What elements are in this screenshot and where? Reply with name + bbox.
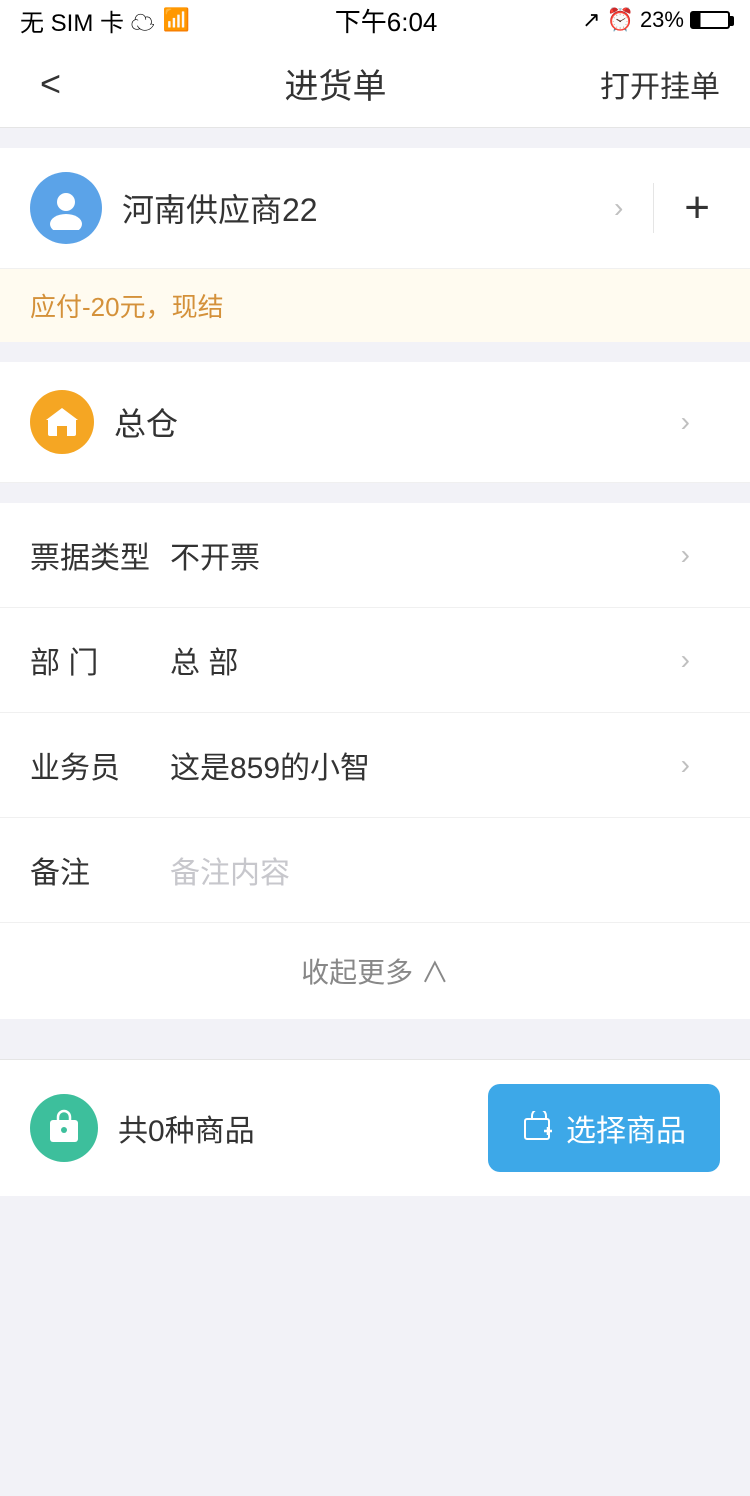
- warehouse-name: 总仓: [114, 399, 681, 445]
- page-title: 进货单: [285, 59, 387, 108]
- salesperson-row[interactable]: 业务员 这是859的小智 ›: [0, 713, 750, 818]
- collapse-label: 收起更多 ∧: [301, 957, 449, 988]
- warehouse-icon: [30, 390, 94, 454]
- remark-row[interactable]: 备注 备注内容: [0, 818, 750, 923]
- alarm-icon: ⏰: [607, 7, 634, 33]
- warehouse-section: 总仓 ›: [0, 362, 750, 483]
- open-pending-button[interactable]: 打开挂单: [600, 62, 720, 106]
- invoice-type-value: 不开票: [170, 533, 681, 577]
- gap-1: [0, 128, 750, 148]
- notice-banner: 应付-20元，现结: [0, 269, 750, 342]
- status-time: 下午6:04: [335, 2, 438, 39]
- sim-label: 无 SIM 卡 ☁: [20, 3, 155, 38]
- salesperson-value: 这是859的小智: [170, 743, 681, 787]
- location-icon: ↗: [582, 7, 600, 33]
- remaining-background: [0, 1196, 750, 1496]
- remark-label: 备注: [30, 848, 170, 892]
- form-section: 票据类型 不开票 › 部 门 总 部 › 业务员 这是859的小智 › 备注 备…: [0, 503, 750, 1019]
- department-chevron-icon: ›: [681, 644, 690, 676]
- bottom-bar: 共0种商品 选择商品: [0, 1059, 750, 1196]
- department-row[interactable]: 部 门 总 部 ›: [0, 608, 750, 713]
- status-right: ↗ ⏰ 23%: [582, 7, 730, 33]
- collapse-button[interactable]: 收起更多 ∧: [0, 923, 750, 1019]
- department-label: 部 门: [30, 638, 170, 682]
- battery-percent: 23%: [640, 7, 684, 33]
- salesperson-chevron-icon: ›: [681, 749, 690, 781]
- invoice-type-chevron-icon: ›: [681, 539, 690, 571]
- invoice-type-row[interactable]: 票据类型 不开票 ›: [0, 503, 750, 608]
- nav-bar: < 进货单 打开挂单: [0, 40, 750, 128]
- back-button[interactable]: <: [30, 53, 71, 115]
- supplier-section: 河南供应商22 › + 应付-20元，现结: [0, 148, 750, 342]
- status-left: 无 SIM 卡 ☁ 📶: [20, 3, 190, 38]
- supplier-row[interactable]: 河南供应商22 › +: [0, 148, 750, 269]
- select-product-label: 选择商品: [566, 1106, 686, 1150]
- remark-placeholder[interactable]: 备注内容: [170, 848, 720, 892]
- invoice-type-label: 票据类型: [30, 533, 170, 577]
- product-count-text: 共0种商品: [118, 1106, 488, 1150]
- select-product-button[interactable]: 选择商品: [488, 1084, 720, 1172]
- notice-text: 应付-20元，现结: [30, 292, 224, 322]
- add-button[interactable]: +: [674, 183, 720, 233]
- status-bar: 无 SIM 卡 ☁ 📶 下午6:04 ↗ ⏰ 23%: [0, 0, 750, 40]
- wifi-icon: 📶: [163, 7, 190, 33]
- battery-icon: [690, 11, 730, 29]
- supplier-chevron-icon: ›: [614, 192, 623, 224]
- warehouse-chevron-icon: ›: [681, 406, 690, 438]
- product-count-icon: [30, 1094, 98, 1162]
- salesperson-label: 业务员: [30, 743, 170, 787]
- department-value: 总 部: [170, 638, 681, 682]
- warehouse-row[interactable]: 总仓 ›: [0, 362, 750, 483]
- gap-2: [0, 342, 750, 362]
- gap-3: [0, 483, 750, 503]
- vertical-divider: [653, 183, 654, 233]
- supplier-name: 河南供应商22: [122, 185, 614, 231]
- gap-4: [0, 1019, 750, 1039]
- supplier-avatar: [30, 172, 102, 244]
